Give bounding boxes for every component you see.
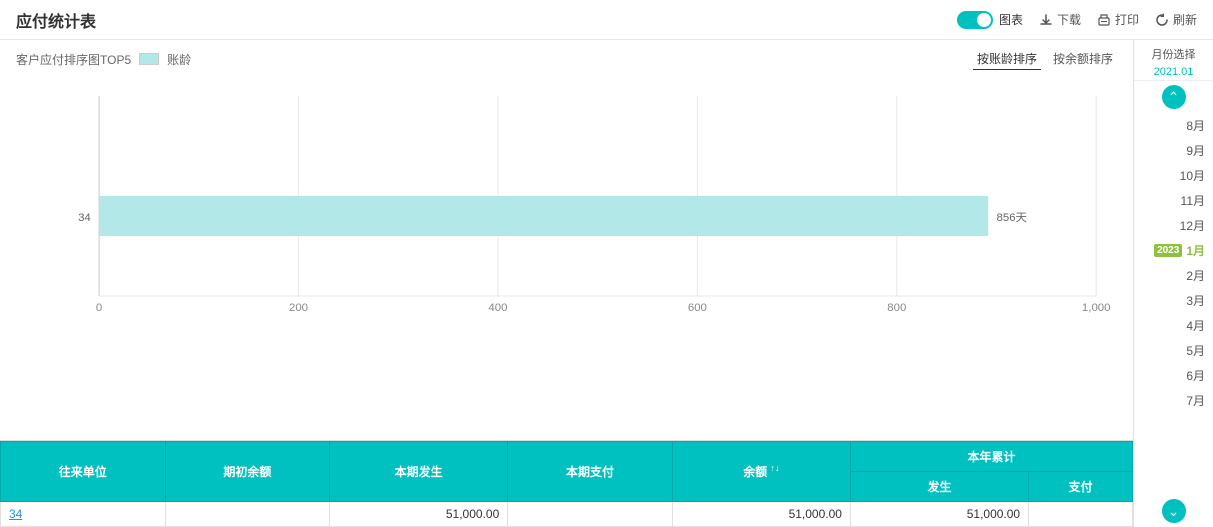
chart-toggle-label: 图表 — [999, 11, 1023, 28]
month-item-0[interactable]: 8月 — [1134, 113, 1213, 138]
month-label: 11月 — [1181, 192, 1205, 209]
cell-unit: 34 — [1, 502, 166, 527]
svg-text:856天: 856天 — [997, 212, 1027, 224]
refresh-icon — [1155, 13, 1169, 27]
th-ytd: 本年累计 — [850, 442, 1132, 472]
month-item-7[interactable]: 3月 — [1134, 288, 1213, 313]
cell-ytd-payment — [1029, 502, 1133, 527]
th-opening-balance: 期初余额 — [165, 442, 330, 502]
svg-text:400: 400 — [488, 302, 507, 314]
data-table: 往来单位 期初余额 本期发生 本期支付 余额 ↑↓ 本年累计 发生 — [0, 441, 1133, 527]
month-item-4[interactable]: 12月 — [1134, 213, 1213, 238]
svg-text:800: 800 — [887, 302, 906, 314]
main-content: 客户应付排序图TOP5 账龄 按账龄排序 按余额排序 — [0, 40, 1213, 527]
unit-link[interactable]: 34 — [9, 507, 22, 521]
cell-ytd-occurred: 51,000.00 — [850, 502, 1028, 527]
svg-text:0: 0 — [96, 302, 102, 314]
chart-area: 34 856天 0 200 400 600 800 1,000 — [0, 78, 1133, 440]
legend-color-box — [139, 53, 159, 65]
refresh-button[interactable]: 刷新 — [1155, 11, 1197, 28]
month-label: 8月 — [1186, 117, 1205, 134]
chart-sort-buttons: 按账龄排序 按余额排序 — [973, 48, 1117, 70]
page-title: 应付统计表 — [16, 8, 96, 32]
month-item-9[interactable]: 5月 — [1134, 338, 1213, 363]
month-label: 5月 — [1186, 342, 1205, 359]
svg-text:34: 34 — [78, 212, 91, 224]
sidebar-down-button[interactable]: ⌄ — [1162, 499, 1186, 523]
month-item-8[interactable]: 4月 — [1134, 313, 1213, 338]
month-label: 2月 — [1186, 267, 1205, 284]
table-section: 往来单位 期初余额 本期发生 本期支付 余额 ↑↓ 本年累计 发生 — [0, 440, 1133, 527]
month-item-10[interactable]: 6月 — [1134, 363, 1213, 388]
sort-by-balance-button[interactable]: 按账龄排序 — [973, 48, 1041, 70]
month-label: 9月 — [1186, 142, 1205, 159]
month-item-6[interactable]: 2月 — [1134, 263, 1213, 288]
month-label: 3月 — [1186, 292, 1205, 309]
toggle-knob — [977, 13, 991, 27]
month-label: 12月 — [1180, 217, 1205, 234]
app-container: 应付统计表 图表 下载 打印 — [0, 0, 1213, 527]
month-item-3[interactable]: 11月 — [1134, 188, 1213, 213]
legend-item-label: 账龄 — [167, 51, 191, 68]
th-ytd-payment: 支付 — [1029, 472, 1133, 502]
sidebar-up-button[interactable]: ⌃ — [1162, 85, 1186, 109]
year-badge: 2023 — [1154, 244, 1182, 257]
cell-opening-balance — [165, 502, 330, 527]
chart-section: 客户应付排序图TOP5 账龄 按账龄排序 按余额排序 — [0, 40, 1133, 527]
th-ytd-occurred: 发生 — [850, 472, 1028, 502]
th-balance: 余额 ↑↓ — [672, 442, 850, 502]
month-label: 7月 — [1186, 392, 1205, 409]
sidebar: 月份选择 2021.01 ⌃ 8月 9月 10月 11月 12月 2023 1月 2月 3月 4月… — [1133, 40, 1213, 527]
table-row: 34 51,000.00 51,000.00 51,000.00 — [1, 502, 1133, 527]
month-item-2[interactable]: 10月 — [1134, 163, 1213, 188]
svg-text:600: 600 — [688, 302, 707, 314]
sidebar-current-date[interactable]: 2021.01 — [1134, 64, 1213, 81]
print-button[interactable]: 打印 — [1097, 11, 1139, 28]
month-label: 4月 — [1186, 317, 1205, 334]
month-label: 1月 — [1186, 242, 1205, 259]
th-current-occurred: 本期发生 — [330, 442, 508, 502]
header: 应付统计表 图表 下载 打印 — [0, 0, 1213, 40]
sidebar-title: 月份选择 — [1148, 40, 1200, 64]
month-label: 10月 — [1180, 167, 1205, 184]
th-current-payment: 本期支付 — [508, 442, 673, 502]
month-item-1[interactable]: 9月 — [1134, 138, 1213, 163]
cell-current-occurred: 51,000.00 — [330, 502, 508, 527]
th-unit: 往来单位 — [1, 442, 166, 502]
header-actions: 图表 下载 打印 刷新 — [957, 11, 1197, 29]
svg-text:1,000: 1,000 — [1082, 302, 1111, 314]
chart-header: 客户应付排序图TOP5 账龄 按账龄排序 按余额排序 — [0, 40, 1133, 78]
download-icon — [1039, 13, 1053, 27]
cell-current-payment — [508, 502, 673, 527]
month-list: 8月 9月 10月 11月 12月 2023 1月 2月 3月 4月 5月 6月 7月 — [1134, 113, 1213, 495]
svg-text:200: 200 — [289, 302, 308, 314]
month-label: 6月 — [1186, 367, 1205, 384]
month-item-5[interactable]: 2023 1月 — [1134, 238, 1213, 263]
print-icon — [1097, 13, 1111, 27]
sort-by-amount-button[interactable]: 按余额排序 — [1049, 48, 1117, 70]
chart-legend: 客户应付排序图TOP5 账龄 — [16, 51, 191, 68]
month-item-11[interactable]: 7月 — [1134, 388, 1213, 413]
download-button[interactable]: 下载 — [1039, 11, 1081, 28]
legend-title: 客户应付排序图TOP5 — [16, 51, 131, 68]
cell-balance: 51,000.00 — [672, 502, 850, 527]
bar-chart-svg: 34 856天 0 200 400 600 800 1,000 — [16, 86, 1117, 346]
chart-toggle-wrapper: 图表 — [957, 11, 1023, 29]
chart-toggle[interactable] — [957, 11, 993, 29]
